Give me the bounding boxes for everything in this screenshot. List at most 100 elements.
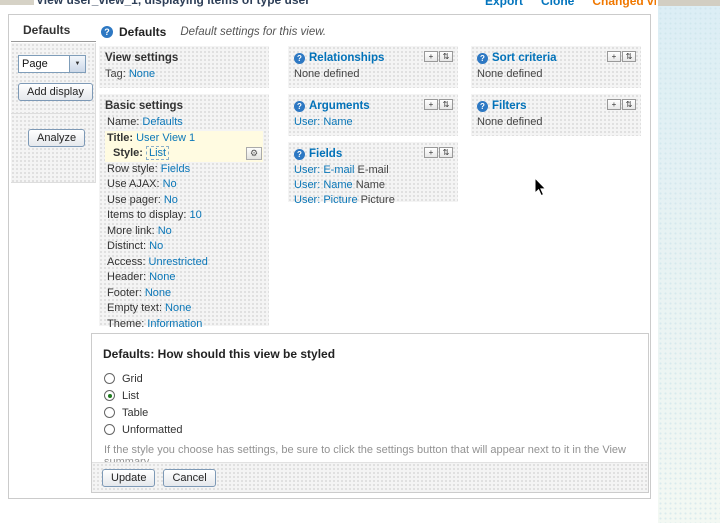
- setting-row: Header:None ⚙: [105, 270, 263, 286]
- section-actions: + ⇅: [607, 51, 636, 62]
- section-title-sort-criteria[interactable]: Sort criteria: [492, 52, 557, 64]
- setting-label: Header:: [107, 271, 146, 283]
- section-actions: + ⇅: [424, 147, 453, 158]
- setting-row: Access:Unrestricted ⚙: [105, 255, 263, 271]
- setting-value-link[interactable]: None: [165, 302, 191, 314]
- setting-label: Name:: [107, 116, 139, 128]
- add-icon[interactable]: +: [424, 99, 438, 110]
- setting-value-link[interactable]: Defaults: [142, 116, 182, 128]
- chevron-down-icon: ▼: [69, 56, 85, 72]
- style-option[interactable]: Table: [104, 406, 183, 419]
- rearrange-icon[interactable]: ⇅: [622, 99, 636, 110]
- add-display-button[interactable]: Add display: [18, 83, 93, 101]
- setting-value-link[interactable]: Fields: [161, 163, 190, 175]
- setting-row: Name:Defaults ⚙: [105, 115, 263, 131]
- display-controls-panel: Page ▼ Add display Analyze: [11, 43, 96, 183]
- setting-value-link[interactable]: No: [149, 240, 163, 252]
- radio-icon[interactable]: [104, 390, 115, 401]
- setting-label: More link:: [107, 225, 155, 237]
- setting-row: Use AJAX:No ⚙: [105, 177, 263, 193]
- setting-label: Use AJAX:: [107, 178, 160, 190]
- style-option[interactable]: List: [104, 389, 183, 402]
- help-icon[interactable]: ?: [294, 149, 305, 160]
- setting-value-link[interactable]: No: [158, 225, 172, 237]
- setting-value-link[interactable]: List: [146, 146, 169, 160]
- setting-value-link[interactable]: Unrestricted: [149, 256, 208, 268]
- setting-label: Empty text:: [107, 302, 162, 314]
- empty-text: None defined: [477, 67, 635, 82]
- setting-label: Items to display:: [107, 209, 186, 221]
- section-title-arguments[interactable]: Arguments: [309, 100, 370, 112]
- section-title-basic-settings: Basic settings: [105, 100, 183, 112]
- views-edit-container: Defaults Page ▼ Add display Analyze ? De…: [8, 14, 651, 499]
- changed-view-link[interactable]: Changed view: [592, 0, 656, 8]
- setting-value-link[interactable]: 10: [189, 209, 201, 221]
- update-button[interactable]: Update: [102, 469, 155, 487]
- background-texture: [658, 6, 720, 523]
- setting-value-link[interactable]: None: [145, 287, 171, 299]
- field-link[interactable]: User: E-mail: [294, 164, 355, 176]
- clone-link[interactable]: Clone: [541, 0, 574, 8]
- add-icon[interactable]: +: [607, 51, 621, 62]
- setting-row: Title:User View 1 ⚙: [105, 131, 263, 147]
- cancel-button[interactable]: Cancel: [163, 469, 215, 487]
- setting-label: Access:: [107, 256, 146, 268]
- setting-label: Footer:: [107, 287, 142, 299]
- setting-label: Row style:: [107, 163, 158, 175]
- gear-icon[interactable]: ⚙: [246, 147, 262, 160]
- radio-icon[interactable]: [104, 407, 115, 418]
- style-option[interactable]: Grid: [104, 372, 183, 385]
- style-option[interactable]: Unformatted: [104, 423, 183, 436]
- setting-value-link[interactable]: User View 1: [136, 132, 195, 144]
- display-title: Defaults: [119, 25, 166, 39]
- export-link[interactable]: Export: [485, 0, 523, 8]
- help-icon[interactable]: ?: [294, 101, 305, 112]
- rearrange-icon[interactable]: ⇅: [439, 51, 453, 62]
- help-icon[interactable]: ?: [477, 53, 488, 64]
- help-icon[interactable]: ?: [477, 101, 488, 112]
- section-header: ? Arguments + ⇅: [294, 99, 452, 113]
- help-icon[interactable]: ?: [294, 53, 305, 64]
- add-icon[interactable]: +: [424, 147, 438, 158]
- setting-row: Style:List ⚙: [105, 146, 263, 162]
- section-basic-settings: Basic settings Name:Defaults ⚙ Title:Use…: [99, 94, 269, 326]
- setting-row: Tag: None: [105, 67, 263, 82]
- section-title-filters[interactable]: Filters: [492, 100, 527, 112]
- radio-icon[interactable]: [104, 373, 115, 384]
- setting-row: More link:No ⚙: [105, 224, 263, 240]
- section-filters: ? Filters + ⇅ None defined: [471, 94, 641, 136]
- analyze-button[interactable]: Analyze: [28, 129, 85, 147]
- help-icon[interactable]: ?: [101, 26, 113, 38]
- radio-icon[interactable]: [104, 424, 115, 435]
- tab-defaults[interactable]: Defaults: [11, 19, 96, 42]
- display-type-select[interactable]: Page ▼: [18, 55, 86, 73]
- setting-row: Row style:Fields ⚙: [105, 162, 263, 178]
- section-title-fields[interactable]: Fields: [309, 148, 342, 160]
- rearrange-icon[interactable]: ⇅: [622, 51, 636, 62]
- section-fields: ? Fields + ⇅ User: E-mailE-mail User: Na…: [288, 142, 458, 202]
- style-settings-form: Defaults: How should this view be styled…: [91, 333, 649, 493]
- display-type-value: Page: [22, 58, 48, 70]
- empty-text: None defined: [294, 67, 452, 82]
- field-label-text: E-mail: [358, 164, 389, 176]
- setting-row: Distinct:No ⚙: [105, 239, 263, 255]
- section-title-relationships[interactable]: Relationships: [309, 52, 384, 64]
- view-operations: Export Clone Changed view: [485, 0, 656, 8]
- field-link[interactable]: User: Picture: [294, 194, 358, 206]
- section-actions: + ⇅: [424, 99, 453, 110]
- rearrange-icon[interactable]: ⇅: [439, 99, 453, 110]
- style-option-label: Unformatted: [122, 424, 183, 436]
- add-icon[interactable]: +: [424, 51, 438, 62]
- setting-value-link[interactable]: No: [163, 178, 177, 190]
- argument-link[interactable]: User: Name: [294, 116, 353, 128]
- setting-row: Theme:Information ⚙: [105, 317, 263, 333]
- style-option-label: List: [122, 390, 139, 402]
- tag-value-link[interactable]: None: [129, 68, 155, 80]
- setting-value-link[interactable]: No: [164, 194, 178, 206]
- add-icon[interactable]: +: [607, 99, 621, 110]
- setting-label: Title:: [107, 132, 133, 144]
- setting-value-link[interactable]: Information: [147, 318, 202, 330]
- setting-value-link[interactable]: None: [149, 271, 175, 283]
- field-link[interactable]: User: Name: [294, 179, 353, 191]
- rearrange-icon[interactable]: ⇅: [439, 147, 453, 158]
